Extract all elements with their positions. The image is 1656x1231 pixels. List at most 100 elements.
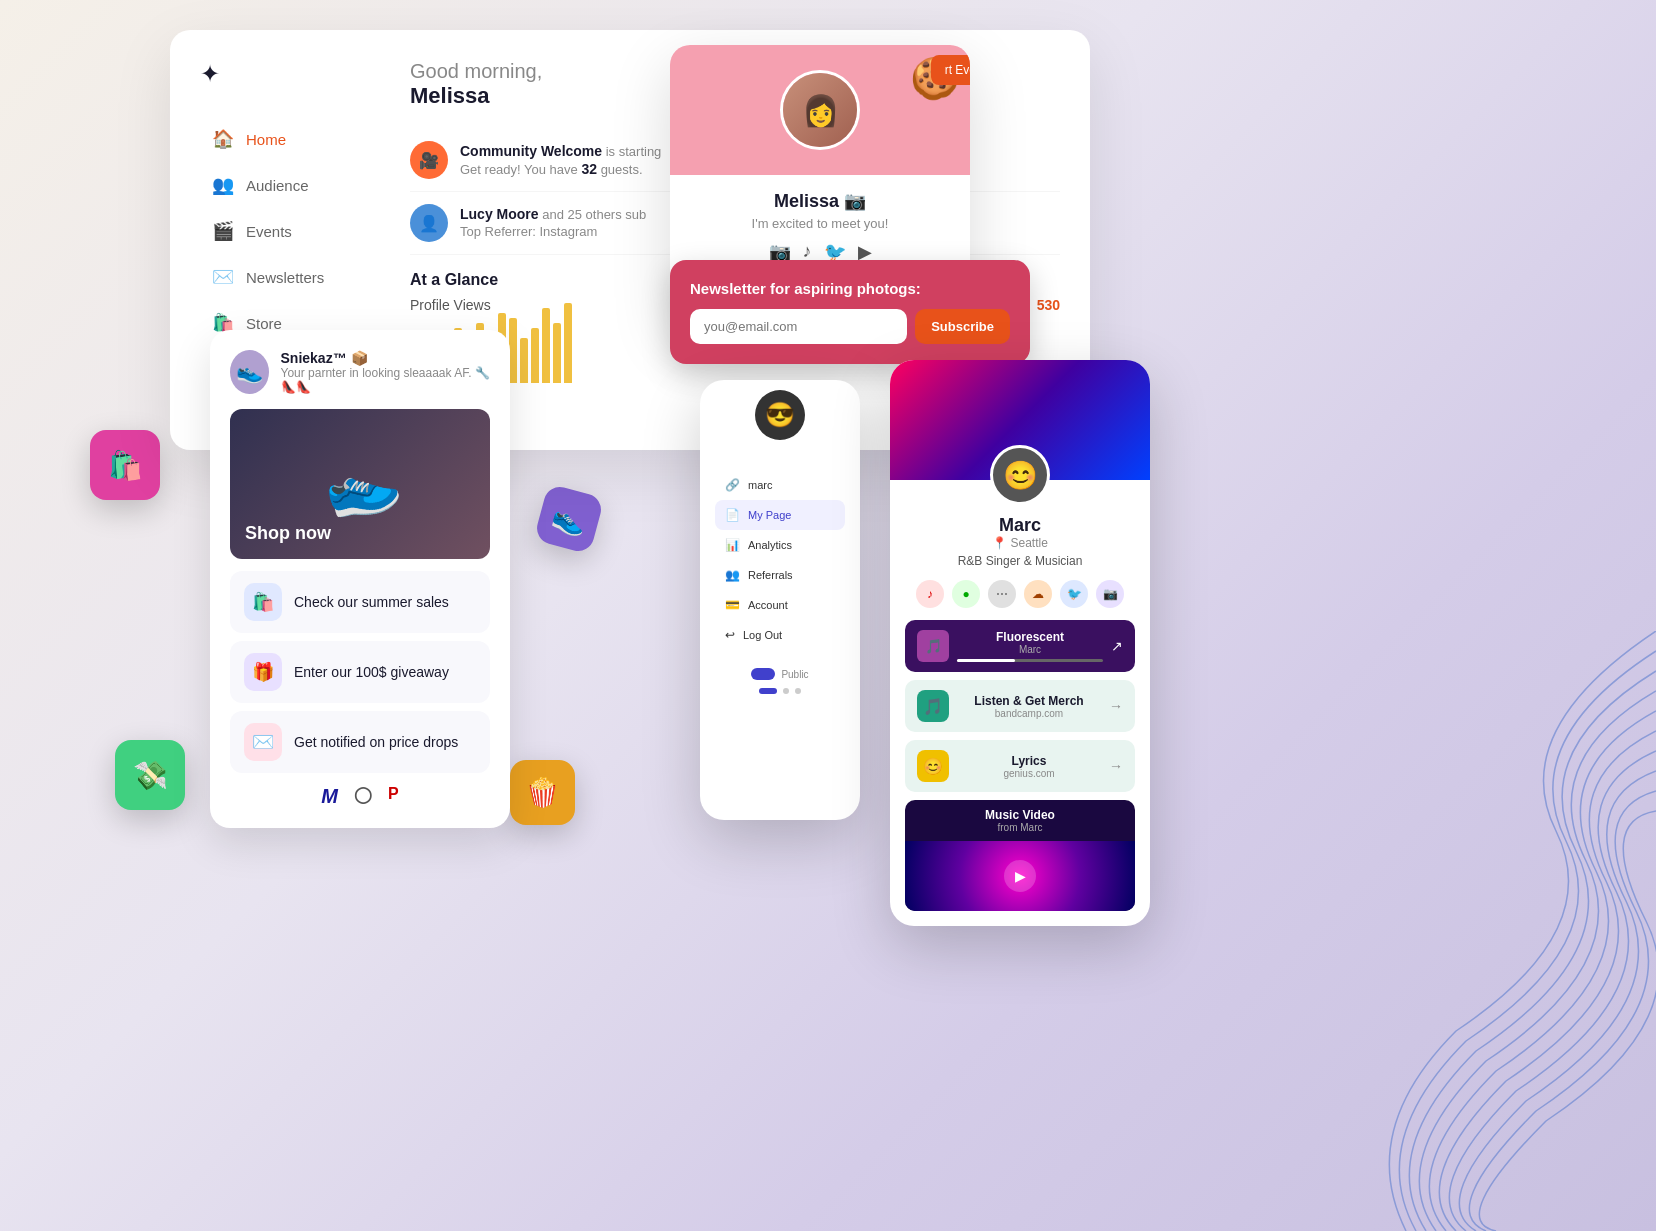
bandcamp-icon[interactable]: ⋯ bbox=[988, 580, 1016, 608]
chart-bar bbox=[553, 323, 561, 383]
music-icon[interactable]: ♪ bbox=[916, 580, 944, 608]
summer-sales-icon: 🛍️ bbox=[244, 583, 282, 621]
phone-nav-mypage-label: My Page bbox=[748, 509, 791, 521]
audience-icon: 👥 bbox=[212, 174, 234, 196]
lyrics-icon: 😊 bbox=[917, 750, 949, 782]
shop-now-label: Shop now bbox=[245, 523, 331, 544]
profile-views-value: 530 bbox=[1037, 297, 1060, 313]
phone-nav: 🔗 marc 📄 My Page 📊 Analytics 👥 Referrals… bbox=[700, 450, 860, 660]
music-link-lyrics[interactable]: 😊 Lyrics genius.com → bbox=[905, 740, 1135, 792]
phone-nav-logout[interactable]: ↩ Log Out bbox=[715, 620, 845, 650]
link-icon: 🔗 bbox=[725, 478, 740, 492]
medium-icon[interactable]: M bbox=[321, 785, 338, 808]
track-progress-bar bbox=[957, 659, 1103, 662]
share-icon[interactable]: ↗ bbox=[1111, 638, 1123, 654]
phone-nav-account-label: Account bbox=[748, 599, 788, 611]
phone-nav-mypage[interactable]: 📄 My Page bbox=[715, 500, 845, 530]
merch-arrow-icon: → bbox=[1109, 698, 1123, 714]
shop-tagline: Your parnter in looking sleaaaak AF. 🔧👠👠 bbox=[281, 366, 490, 394]
dot-2 bbox=[783, 688, 789, 694]
track-artist: Marc bbox=[957, 644, 1103, 655]
phone-nav-referrals[interactable]: 👥 Referrals bbox=[715, 560, 845, 590]
newsletters-icon: ✉️ bbox=[212, 266, 234, 288]
sneaker-image: 👟 bbox=[313, 438, 408, 530]
chart-bar bbox=[564, 303, 572, 383]
music-card: 😊 Marc 📍 Seattle R&B Singer & Musician ♪… bbox=[890, 360, 1150, 926]
lyrics-info: Lyrics genius.com bbox=[957, 754, 1101, 779]
phone-avatar: 😎 bbox=[755, 390, 805, 440]
profile-bio: I'm excited to meet you! bbox=[685, 216, 955, 231]
subscribe-button[interactable]: Subscribe bbox=[915, 309, 1010, 344]
sidebar-label-home: Home bbox=[246, 131, 286, 148]
dot-1 bbox=[759, 688, 777, 694]
notif-text-1: Community Welcome is starting Get ready!… bbox=[460, 141, 661, 177]
phone-nav-analytics-label: Analytics bbox=[748, 539, 792, 551]
notif-title-1: Community Welcome bbox=[460, 143, 602, 159]
shop-link-summer[interactable]: 🛍️ Check our summer sales bbox=[230, 571, 490, 633]
float-sneaker-icon: 👟 bbox=[533, 483, 604, 554]
shop-link-notify[interactable]: ✉️ Get notified on price drops bbox=[230, 711, 490, 773]
profile-header: 🍪 👩 rt Event bbox=[670, 45, 970, 175]
phone-nav-marc[interactable]: 🔗 marc bbox=[715, 470, 845, 500]
profile-avatar: 👩 bbox=[780, 70, 860, 150]
sidebar-item-audience[interactable]: 👥 Audience bbox=[200, 164, 380, 206]
twitter-music-icon[interactable]: 🐦 bbox=[1060, 580, 1088, 608]
video-sub: from Marc bbox=[917, 822, 1123, 833]
notif-icon-2: 👤 bbox=[410, 204, 448, 242]
instagram-shop-icon[interactable]: ◯ bbox=[354, 785, 372, 808]
summer-sales-label: Check our summer sales bbox=[294, 594, 449, 610]
shop-link-giveaway[interactable]: 🎁 Enter our 100$ giveaway bbox=[230, 641, 490, 703]
shop-banner-image: 👟 Shop now bbox=[230, 409, 490, 559]
notif-text-2: Lucy Moore and 25 others sub Top Referre… bbox=[460, 204, 646, 239]
dot-indicator bbox=[700, 680, 860, 702]
notif-body-1: Get ready! You have 32 guests. bbox=[460, 161, 661, 177]
music-link-merch[interactable]: 🎵 Listen & Get Merch bandcamp.com → bbox=[905, 680, 1135, 732]
video-header: Music Video from Marc bbox=[905, 800, 1135, 841]
giveaway-label: Enter our 100$ giveaway bbox=[294, 664, 449, 680]
soundcloud-icon[interactable]: ☁ bbox=[1024, 580, 1052, 608]
start-event-button[interactable]: rt Event bbox=[931, 55, 970, 85]
merch-name: Listen & Get Merch bbox=[957, 694, 1101, 708]
sidebar-label-audience: Audience bbox=[246, 177, 309, 194]
merch-icon: 🎵 bbox=[917, 690, 949, 722]
sidebar-label-events: Events bbox=[246, 223, 292, 240]
sidebar-item-home[interactable]: 🏠 Home bbox=[200, 118, 380, 160]
chart-bar bbox=[542, 308, 550, 383]
lyrics-arrow-icon: → bbox=[1109, 758, 1123, 774]
music-artist-name: Marc bbox=[905, 515, 1135, 536]
music-location: 📍 Seattle bbox=[905, 536, 1135, 550]
video-thumbnail: ▶ bbox=[905, 841, 1135, 911]
analytics-icon: 📊 bbox=[725, 538, 740, 552]
sidebar-item-newsletters[interactable]: ✉️ Newsletters bbox=[200, 256, 380, 298]
instagram-music-icon[interactable]: 📷 bbox=[1096, 580, 1124, 608]
phone-toggle: Public bbox=[700, 668, 860, 680]
toggle-switch[interactable] bbox=[751, 668, 775, 680]
profile-name: Melissa 📷 bbox=[685, 190, 955, 212]
phone-nav-logout-label: Log Out bbox=[743, 629, 782, 641]
shop-info: Sniekaz™ 📦 Your parnter in looking sleaa… bbox=[281, 350, 490, 394]
music-role: R&B Singer & Musician bbox=[905, 554, 1135, 568]
music-avatar: 😊 bbox=[990, 445, 1050, 505]
float-money-icon: 💸 bbox=[115, 740, 185, 810]
notify-icon: ✉️ bbox=[244, 723, 282, 761]
sidebar-label-store: Store bbox=[246, 315, 282, 332]
app-logo: ✦ bbox=[200, 60, 380, 88]
video-title: Music Video bbox=[917, 808, 1123, 822]
notif-body-2: Top Referrer: Instagram bbox=[460, 224, 646, 239]
lyrics-sub: genius.com bbox=[957, 768, 1101, 779]
notif-icon-1: 🎥 bbox=[410, 141, 448, 179]
pinterest-icon[interactable]: P bbox=[388, 785, 399, 808]
sidebar-item-events[interactable]: 🎬 Events bbox=[200, 210, 380, 252]
toggle-label: Public bbox=[781, 669, 808, 680]
lyrics-name: Lyrics bbox=[957, 754, 1101, 768]
phone-nav-referrals-label: Referrals bbox=[748, 569, 793, 581]
spotify-icon[interactable]: ● bbox=[952, 580, 980, 608]
phone-nav-analytics[interactable]: 📊 Analytics bbox=[715, 530, 845, 560]
background-decoration bbox=[1306, 631, 1656, 1231]
track-progress-fill bbox=[957, 659, 1015, 662]
notify-label: Get notified on price drops bbox=[294, 734, 458, 750]
newsletter-email-input[interactable] bbox=[690, 309, 907, 344]
phone-left: 😎 🔗 marc 📄 My Page 📊 Analytics 👥 Referra… bbox=[700, 380, 860, 820]
phone-nav-account[interactable]: 💳 Account bbox=[715, 590, 845, 620]
play-button[interactable]: ▶ bbox=[1004, 860, 1036, 892]
